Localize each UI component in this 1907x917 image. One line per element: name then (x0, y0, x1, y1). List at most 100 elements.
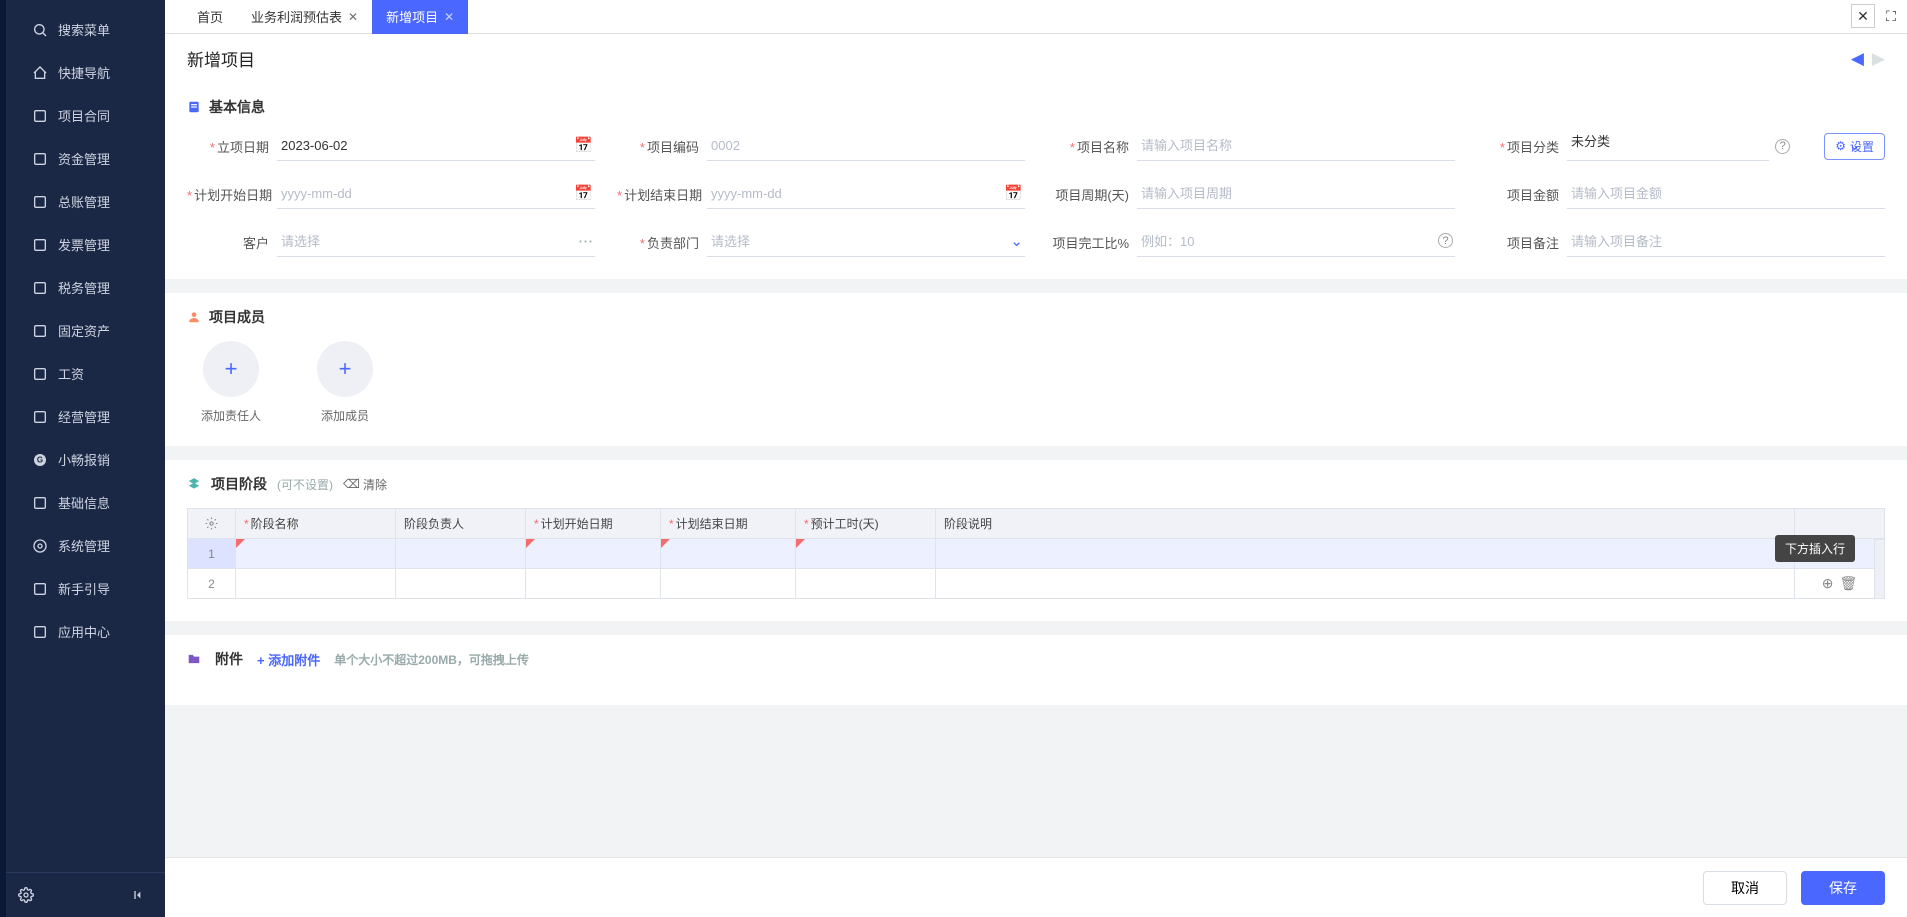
add-member-label: 添加成员 (321, 407, 369, 424)
sidebar-item-8[interactable]: 工资 (0, 352, 165, 395)
sidebar-item-label: 小畅报销 (58, 450, 110, 469)
phase-cell[interactable] (236, 569, 396, 599)
sidebar-item-12[interactable]: 系统管理 (0, 524, 165, 567)
phase-cell[interactable] (396, 569, 526, 599)
biz-icon (32, 409, 48, 425)
system-icon (32, 538, 48, 554)
add-owner-button[interactable]: + (203, 341, 259, 397)
input-dept[interactable] (707, 227, 1025, 257)
section-attachments-title: 附件 (215, 649, 243, 669)
person-icon (187, 310, 201, 324)
save-button[interactable]: 保存 (1801, 871, 1885, 905)
input-customer[interactable] (277, 227, 595, 257)
input-plan-start[interactable] (277, 179, 595, 209)
section-members-title: 项目成员 (209, 307, 265, 327)
tab-close-icon[interactable]: ✕ (444, 10, 454, 24)
select-project-category[interactable]: 未分类 (1567, 131, 1769, 161)
collapse-icon[interactable] (131, 887, 147, 903)
phase-cell[interactable] (236, 539, 396, 569)
label-remark: 项目备注 (1477, 233, 1567, 252)
sidebar-item-6[interactable]: 税务管理 (0, 266, 165, 309)
sidebar-item-label: 税务管理 (58, 278, 110, 297)
add-member-button[interactable]: + (317, 341, 373, 397)
sidebar-item-1[interactable]: 快捷导航 (0, 51, 165, 94)
calendar-icon[interactable]: 📅 (574, 184, 593, 202)
sidebar-item-label: 应用中心 (58, 622, 110, 641)
search-icon (32, 22, 48, 38)
clear-phases-button[interactable]: ⌫清除 (343, 476, 387, 493)
sidebar: 搜索菜单快捷导航项目合同资金管理总账管理发票管理税务管理固定资产工资经营管理G小… (0, 0, 165, 917)
input-project-date[interactable] (277, 131, 595, 161)
sidebar-item-label: 工资 (58, 364, 84, 383)
sidebar-item-4[interactable]: 总账管理 (0, 180, 165, 223)
table-gear-header[interactable] (188, 509, 236, 539)
tax-icon (32, 280, 48, 296)
home-icon (32, 65, 48, 81)
calendar-icon[interactable]: 📅 (574, 136, 593, 154)
input-remark[interactable] (1567, 227, 1885, 257)
input-project-code[interactable] (707, 131, 1025, 161)
delete-row-icon[interactable]: 🗑 (1839, 575, 1857, 591)
phase-cell[interactable] (661, 569, 796, 599)
input-amount[interactable] (1567, 179, 1885, 209)
calendar-icon[interactable]: 📅 (1004, 184, 1023, 202)
sidebar-item-2[interactable]: 项目合同 (0, 94, 165, 137)
phase-cell[interactable] (526, 539, 661, 569)
phase-col-5: 阶段说明 (936, 509, 1795, 539)
gear-icon[interactable] (18, 887, 34, 903)
help-icon[interactable]: ? (1438, 233, 1453, 248)
phase-col-2: 计划开始日期 (526, 509, 661, 539)
table-scrollbar[interactable] (1874, 539, 1885, 599)
phase-cell[interactable] (661, 539, 796, 569)
phase-cell[interactable] (936, 569, 1795, 599)
sidebar-item-label: 资金管理 (58, 149, 110, 168)
sidebar-item-9[interactable]: 经营管理 (0, 395, 165, 438)
tab-label: 新增项目 (386, 7, 438, 26)
help-icon[interactable]: ? (1775, 139, 1790, 154)
insert-row-icon[interactable]: ⊕ (1822, 575, 1834, 591)
row-index: 2 (188, 569, 236, 599)
phase-row[interactable]: 1⊕🗑 (188, 539, 1885, 569)
sidebar-item-13[interactable]: 新手引导 (0, 567, 165, 610)
phase-col-1: 阶段负责人 (396, 509, 526, 539)
next-page-icon[interactable]: ▶ (1872, 49, 1885, 69)
chevron-down-icon[interactable]: ⌄ (1010, 232, 1023, 250)
sidebar-item-label: 基础信息 (58, 493, 110, 512)
tab-2[interactable]: 新增项目 ✕ (372, 0, 468, 34)
phase-col-3: 计划结束日期 (661, 509, 796, 539)
sidebar-item-11[interactable]: 基础信息 (0, 481, 165, 524)
input-progress[interactable] (1137, 227, 1455, 257)
cancel-button[interactable]: 取消 (1703, 871, 1787, 905)
section-phases-title: 项目阶段 (211, 474, 267, 494)
tab-0[interactable]: 首页 (183, 0, 237, 34)
form-icon (187, 100, 201, 114)
sidebar-item-14[interactable]: 应用中心 (0, 610, 165, 653)
sidebar-item-5[interactable]: 发票管理 (0, 223, 165, 266)
sidebar-item-10[interactable]: G小畅报销 (0, 438, 165, 481)
input-plan-end[interactable] (707, 179, 1025, 209)
label-project-name: 项目名称 (1047, 137, 1137, 156)
phase-cell[interactable] (796, 539, 936, 569)
phase-cell[interactable] (796, 569, 936, 599)
footer: 取消 保存 (165, 857, 1907, 917)
chevron-down-icon[interactable]: ⌄ (1848, 136, 1861, 154)
sidebar-item-7[interactable]: 固定资产 (0, 309, 165, 352)
tab-1[interactable]: 业务利润预估表 ✕ (237, 0, 372, 34)
sidebar-item-3[interactable]: 资金管理 (0, 137, 165, 180)
ledger-icon (32, 194, 48, 210)
funds-icon (32, 151, 48, 167)
phase-cell[interactable] (526, 569, 661, 599)
sidebar-item-0[interactable]: 搜索菜单 (0, 8, 165, 51)
phase-cell[interactable] (396, 539, 526, 569)
tab-label: 首页 (197, 7, 223, 26)
tab-label: 业务利润预估表 (251, 7, 342, 26)
phase-row[interactable]: 2 ⊕ 🗑 (188, 569, 1885, 599)
input-cycle[interactable] (1137, 179, 1455, 209)
tab-close-icon[interactable]: ✕ (348, 10, 358, 24)
input-project-name[interactable] (1137, 131, 1455, 161)
phase-cell[interactable] (936, 539, 1795, 569)
more-icon[interactable]: ⋯ (578, 232, 593, 250)
invoice-icon (32, 237, 48, 253)
prev-page-icon[interactable]: ◀ (1851, 49, 1864, 69)
add-attachment-button[interactable]: + 添加附件 (257, 650, 320, 669)
